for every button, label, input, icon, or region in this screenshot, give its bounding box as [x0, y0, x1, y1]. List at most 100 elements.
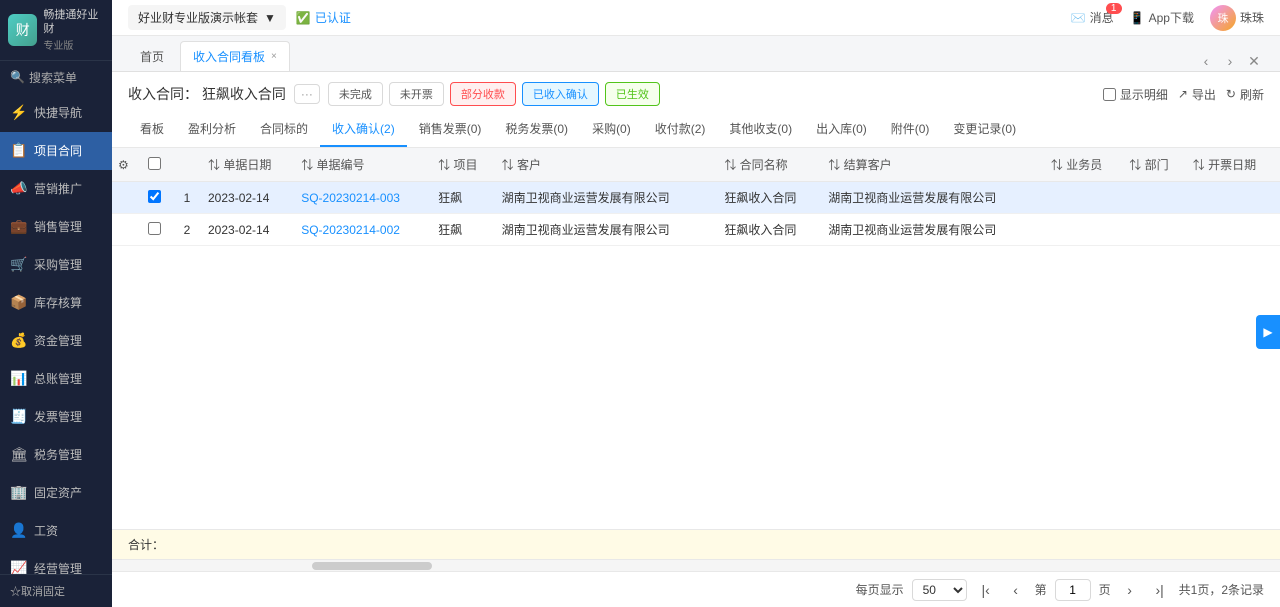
sidebar-item-invoice[interactable]: 🧾 发票管理 — [0, 398, 112, 436]
float-action-button[interactable]: ▶ — [1256, 315, 1280, 349]
more-icon: ··· — [301, 87, 313, 101]
tab-attachment[interactable]: 附件(0) — [879, 112, 942, 147]
th-order-no[interactable]: ⇅ 单据编号 — [295, 148, 432, 182]
page-size-select[interactable]: 20 50 100 — [912, 579, 967, 601]
refresh-button[interactable]: ↻ 刷新 — [1226, 86, 1264, 103]
user-name: 珠珠 — [1240, 9, 1264, 26]
sidebar-item-mgmt[interactable]: 📈 经营管理 — [0, 550, 112, 574]
app-name: 畅捷通好业财 — [43, 8, 104, 37]
messages-button[interactable]: ✉️ 消息 1 — [1071, 9, 1114, 26]
tab-tax-invoice[interactable]: 税务发票(0) — [493, 112, 580, 147]
status-buttons: 未完成 未开票 部分收款 已收入确认 已生效 — [328, 82, 660, 106]
status-confirmed[interactable]: 已收入确认 — [522, 82, 599, 106]
first-page-button[interactable]: |‹ — [975, 579, 997, 601]
tab-change-log[interactable]: 变更记录(0) — [941, 112, 1028, 147]
quick-nav-label: 快捷导航 — [34, 104, 82, 121]
tab-payment[interactable]: 收付款(2) — [643, 112, 718, 147]
show-detail-checkbox[interactable]: 显示明细 — [1103, 86, 1168, 103]
select-all-checkbox[interactable] — [148, 157, 161, 170]
row-final-customer: 湖南卫视商业运营发展有限公司 — [822, 182, 1045, 214]
th-salesperson[interactable]: ⇅ 业务员 — [1045, 148, 1123, 182]
row-select-checkbox[interactable] — [148, 222, 161, 235]
sidebar-item-funds[interactable]: 💰 资金管理 — [0, 322, 112, 360]
title-prefix: 收入合同： — [128, 86, 198, 102]
app-download-button[interactable]: 📱 App下载 — [1130, 9, 1194, 26]
export-button[interactable]: ↗ 导出 — [1178, 86, 1216, 103]
unpin-label: ☆取消固定 — [10, 583, 65, 599]
user-avatar: 珠 — [1210, 5, 1236, 31]
total-label: 合计： — [128, 536, 164, 553]
last-page-button[interactable]: ›| — [1149, 579, 1171, 601]
scrollbar-thumb[interactable] — [312, 562, 432, 570]
sidebar-item-purchase[interactable]: 🛒 采购管理 — [0, 246, 112, 284]
row-checkbox[interactable] — [142, 214, 172, 246]
th-final-customer[interactable]: ⇅ 结算客户 — [822, 148, 1045, 182]
th-department[interactable]: ⇅ 部门 — [1123, 148, 1187, 182]
sidebar-item-project-contract[interactable]: 📋 项目合同 — [0, 132, 112, 170]
th-customer[interactable]: ⇅ 客户 — [496, 148, 719, 182]
tab-purchase[interactable]: 采购(0) — [580, 112, 643, 147]
tab-profit-analysis[interactable]: 盈利分析 — [176, 112, 248, 147]
th-open-date[interactable]: ⇅ 开票日期 — [1187, 148, 1280, 182]
income-contract-tab[interactable]: 收入合同看板 × — [180, 41, 290, 71]
th-checkbox[interactable] — [142, 148, 172, 182]
next-page-button[interactable]: › — [1119, 579, 1141, 601]
tab-kanban[interactable]: 看板 — [128, 112, 176, 147]
show-detail-input[interactable] — [1103, 88, 1116, 101]
status-not-invoiced[interactable]: 未开票 — [389, 82, 444, 106]
purchase-icon: 🛒 — [10, 256, 28, 274]
table-row[interactable]: 2 2023-02-14 SQ-20230214-002 狂飙 湖南卫视商业运营… — [112, 214, 1280, 246]
search-icon: 🔍 — [10, 70, 25, 84]
row-select-checkbox[interactable] — [148, 190, 161, 203]
tab-contract-subject[interactable]: 合同标的 — [248, 112, 320, 147]
sidebar-item-inventory[interactable]: 📦 库存核算 — [0, 284, 112, 322]
th-order-no-label: ⇅ 单据编号 — [301, 158, 364, 172]
order-no-link[interactable]: SQ-20230214-003 — [301, 191, 400, 205]
sidebar-item-sales[interactable]: 💼 销售管理 — [0, 208, 112, 246]
search-menu[interactable]: 🔍 搜索菜单 — [0, 61, 112, 94]
status-partial-receipt[interactable]: 部分收款 — [450, 82, 516, 106]
table-header: ⚙ ⇅ 单据日期 ⇅ 单据编号 ⇅ 项目 ⇅ 客户 ⇅ 合同名称 ⇅ 结算客户 … — [112, 148, 1280, 182]
row-order-no[interactable]: SQ-20230214-002 — [295, 214, 432, 246]
company-selector[interactable]: 好业财专业版演示帐套 ▼ — [128, 5, 286, 30]
unpin-button[interactable]: ☆取消固定 — [0, 575, 112, 607]
more-options-button[interactable]: ··· — [294, 84, 320, 104]
status-incomplete[interactable]: 未完成 — [328, 82, 383, 106]
th-contract-name[interactable]: ⇅ 合同名称 — [718, 148, 822, 182]
detail-tabs: 看板 盈利分析 合同标的 收入确认(2) 销售发票(0) 税务发票(0) 采购(… — [112, 112, 1280, 148]
sidebar-item-quick-nav[interactable]: ⚡ 快捷导航 — [0, 94, 112, 132]
page-number-input[interactable] — [1055, 579, 1091, 601]
th-settings[interactable]: ⚙ — [112, 148, 142, 182]
th-project-label: ⇅ 项目 — [438, 158, 477, 172]
tab-sales-invoice[interactable]: 销售发票(0) — [407, 112, 494, 147]
prev-page-button[interactable]: ‹ — [1005, 579, 1027, 601]
tab-close-button[interactable]: × — [271, 51, 277, 62]
tab-warehouse[interactable]: 出入库(0) — [804, 112, 879, 147]
sidebar-item-hr[interactable]: 👤 工资 — [0, 512, 112, 550]
tab-other-income[interactable]: 其他收支(0) — [717, 112, 804, 147]
refresh-label: 刷新 — [1240, 86, 1264, 103]
th-project[interactable]: ⇅ 项目 — [432, 148, 496, 182]
order-no-link[interactable]: SQ-20230214-002 — [301, 223, 400, 237]
home-tab[interactable]: 首页 — [128, 42, 176, 71]
sidebar-bottom: ☆取消固定 — [0, 574, 112, 607]
horizontal-scrollbar[interactable] — [112, 559, 1280, 571]
row-checkbox[interactable] — [142, 182, 172, 214]
table-footer: 合计： — [112, 529, 1280, 559]
message-icon: ✉️ — [1071, 11, 1086, 25]
sidebar-item-tax[interactable]: 🏛 税务管理 — [0, 436, 112, 474]
th-date[interactable]: ⇅ 单据日期 — [202, 148, 295, 182]
user-profile[interactable]: 珠 珠珠 — [1210, 5, 1264, 31]
table-row[interactable]: 1 2023-02-14 SQ-20230214-003 狂飙 湖南卫视商业运营… — [112, 182, 1280, 214]
tab-close-all-button[interactable]: ✕ — [1244, 51, 1264, 71]
tab-next-button[interactable]: › — [1220, 51, 1240, 71]
sidebar-item-accounting[interactable]: 📊 总账管理 — [0, 360, 112, 398]
sidebar-item-marketing[interactable]: 📣 营销推广 — [0, 170, 112, 208]
main-area: 好业财专业版演示帐套 ▼ ✅ 已认证 ✉️ 消息 1 📱 App下载 珠 珠珠 — [112, 0, 1280, 607]
tab-prev-button[interactable]: ‹ — [1196, 51, 1216, 71]
status-effective[interactable]: 已生效 — [605, 82, 660, 106]
row-open-date — [1187, 182, 1280, 214]
tab-income-confirm[interactable]: 收入确认(2) — [320, 112, 407, 147]
row-order-no[interactable]: SQ-20230214-003 — [295, 182, 432, 214]
sidebar-item-fixed-asset[interactable]: 🏢 固定资产 — [0, 474, 112, 512]
